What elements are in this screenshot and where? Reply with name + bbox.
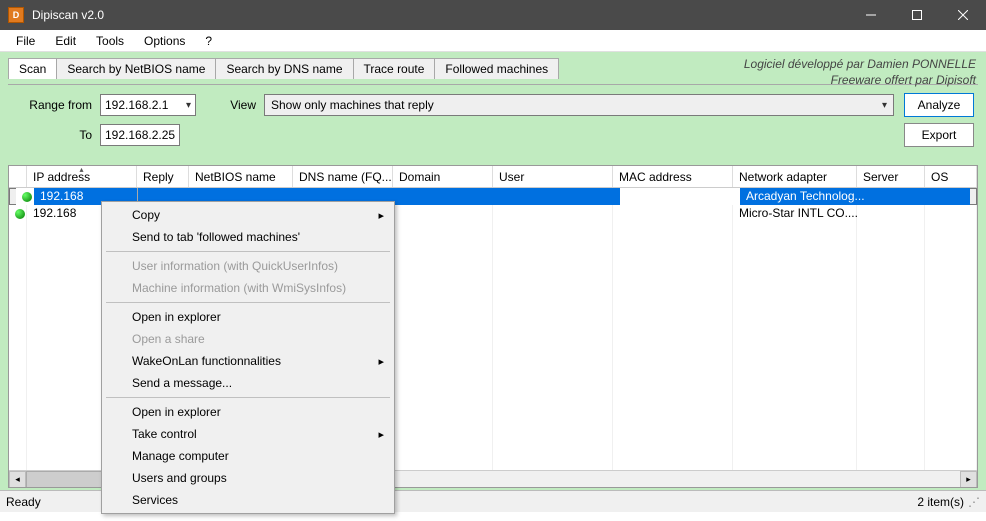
ctx-send-message[interactable]: Send a message... [104, 372, 392, 394]
grid-header: ▴IP address Reply NetBIOS name DNS name … [9, 166, 977, 188]
ctx-open-share: Open a share [104, 328, 392, 350]
close-button[interactable] [940, 0, 986, 30]
tab-body: Range from 192.168.2.1▾ View Show only m… [8, 84, 978, 157]
menu-options[interactable]: Options [134, 32, 195, 50]
separator [106, 251, 390, 252]
col-adapter[interactable]: Network adapter [733, 166, 857, 187]
col-status[interactable] [9, 166, 27, 187]
app-icon: D [8, 7, 24, 23]
menu-tools[interactable]: Tools [86, 32, 134, 50]
ctx-user-info: User information (with QuickUserInfos) [104, 255, 392, 277]
ctx-wakeonlan[interactable]: WakeOnLan functionnalities [104, 350, 392, 372]
col-dns[interactable]: DNS name (FQ... [293, 166, 393, 187]
scan-panel: Logiciel développé par Damien PONNELLE F… [0, 52, 986, 165]
ctx-open-explorer-2[interactable]: Open in explorer [104, 401, 392, 423]
range-from-label: Range from [12, 98, 100, 112]
analyze-button[interactable]: Analyze [904, 93, 974, 117]
window-title: Dipiscan v2.0 [32, 8, 848, 22]
ctx-machine-info: Machine information (with WmiSysInfos) [104, 277, 392, 299]
range-from-input[interactable]: 192.168.2.1▾ [100, 94, 196, 116]
tab-dns[interactable]: Search by DNS name [216, 58, 353, 79]
credit-text: Logiciel développé par Damien PONNELLE F… [744, 56, 976, 88]
menu-help[interactable]: ? [195, 32, 222, 50]
menu-edit[interactable]: Edit [45, 32, 86, 50]
ctx-copy[interactable]: Copy [104, 204, 392, 226]
scroll-left-icon[interactable]: ◂ [9, 471, 26, 488]
title-bar: D Dipiscan v2.0 [0, 0, 986, 30]
ctx-send-tab[interactable]: Send to tab 'followed machines' [104, 226, 392, 248]
col-mac[interactable]: MAC address [613, 166, 733, 187]
export-button[interactable]: Export [904, 123, 974, 147]
col-os[interactable]: OS [925, 166, 977, 187]
tab-followed[interactable]: Followed machines [435, 58, 559, 79]
ctx-take-control[interactable]: Take control [104, 423, 392, 445]
chevron-down-icon: ▾ [882, 100, 887, 111]
ctx-manage-computer[interactable]: Manage computer [104, 445, 392, 467]
status-dot-icon [15, 209, 25, 219]
tab-scan[interactable]: Scan [8, 58, 57, 79]
status-count: 2 item(s) [917, 495, 964, 509]
separator [106, 302, 390, 303]
ctx-users-groups[interactable]: Users and groups [104, 467, 392, 489]
range-to-input[interactable] [100, 124, 180, 146]
separator [106, 397, 390, 398]
context-menu: Copy Send to tab 'followed machines' Use… [101, 201, 395, 514]
chevron-down-icon: ▾ [186, 100, 191, 111]
view-select[interactable]: Show only machines that reply▾ [264, 94, 894, 116]
col-server[interactable]: Server [857, 166, 925, 187]
scroll-right-icon[interactable]: ▸ [960, 471, 977, 488]
view-label: View [224, 98, 264, 112]
menu-file[interactable]: File [6, 32, 45, 50]
maximize-button[interactable] [894, 0, 940, 30]
col-domain[interactable]: Domain [393, 166, 493, 187]
status-ready: Ready [6, 495, 41, 509]
ctx-services[interactable]: Services [104, 489, 392, 511]
status-dot-icon [22, 192, 32, 202]
col-ip[interactable]: ▴IP address [27, 166, 137, 187]
menu-bar: File Edit Tools Options ? [0, 30, 986, 52]
minimize-button[interactable] [848, 0, 894, 30]
resize-grip-icon[interactable]: ⋰ [964, 495, 980, 509]
tab-netbios[interactable]: Search by NetBIOS name [57, 58, 216, 79]
to-label: To [12, 128, 100, 142]
ctx-open-explorer[interactable]: Open in explorer [104, 306, 392, 328]
col-user[interactable]: User [493, 166, 613, 187]
tab-trace[interactable]: Trace route [354, 58, 436, 79]
col-netbios[interactable]: NetBIOS name [189, 166, 293, 187]
col-reply[interactable]: Reply [137, 166, 189, 187]
